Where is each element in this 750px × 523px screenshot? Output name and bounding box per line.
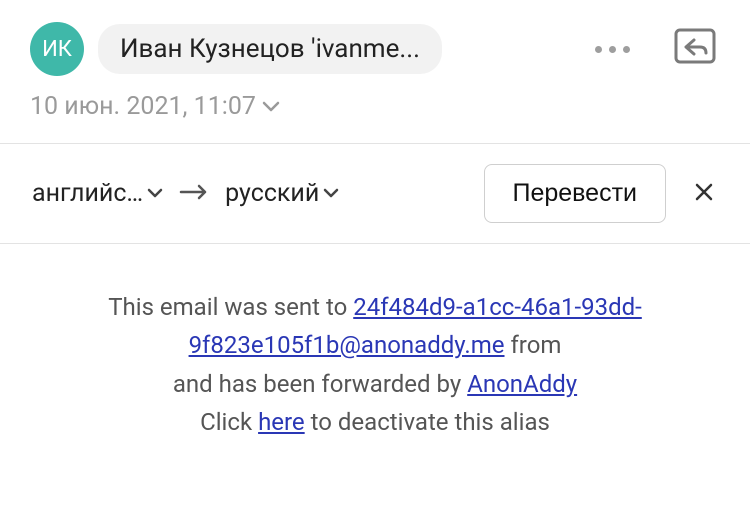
email-timestamp-row[interactable]: 10 июн. 2021, 11:07 bbox=[0, 86, 750, 143]
email-body: This email was sent to 24f484d9-a1cc-46a… bbox=[0, 244, 750, 442]
arrow-right-icon bbox=[179, 179, 209, 208]
target-language-select[interactable]: русский bbox=[225, 179, 339, 208]
avatar[interactable]: ИК bbox=[30, 22, 84, 76]
translate-button[interactable]: Перевести bbox=[484, 164, 667, 223]
target-language-label: русский bbox=[225, 179, 319, 208]
sender-name[interactable]: Иван Кузнецов 'ivanme... bbox=[98, 24, 442, 74]
chevron-down-icon bbox=[323, 188, 339, 199]
deactivate-link[interactable]: here bbox=[258, 408, 305, 436]
body-text: This email was sent to bbox=[108, 293, 353, 321]
timestamp-text: 10 июн. 2021, 11:07 bbox=[30, 92, 256, 121]
email-header: ИК Иван Кузнецов 'ivanme... bbox=[0, 0, 750, 86]
source-language-label: английс… bbox=[32, 179, 143, 208]
chevron-down-icon bbox=[262, 101, 280, 113]
chevron-down-icon bbox=[147, 188, 163, 199]
body-text: from bbox=[505, 331, 562, 359]
body-text: to deactivate this alias bbox=[305, 408, 550, 436]
source-language-select[interactable]: английс… bbox=[32, 179, 163, 208]
body-text: and has been forwarded by bbox=[173, 370, 467, 398]
body-text: Click bbox=[200, 408, 258, 436]
more-menu-icon[interactable] bbox=[587, 38, 638, 61]
close-icon[interactable] bbox=[686, 175, 722, 213]
reply-icon[interactable] bbox=[670, 24, 720, 74]
translate-bar: английс… русский Перевести bbox=[0, 144, 750, 243]
service-link[interactable]: AnonAddy bbox=[467, 370, 577, 398]
